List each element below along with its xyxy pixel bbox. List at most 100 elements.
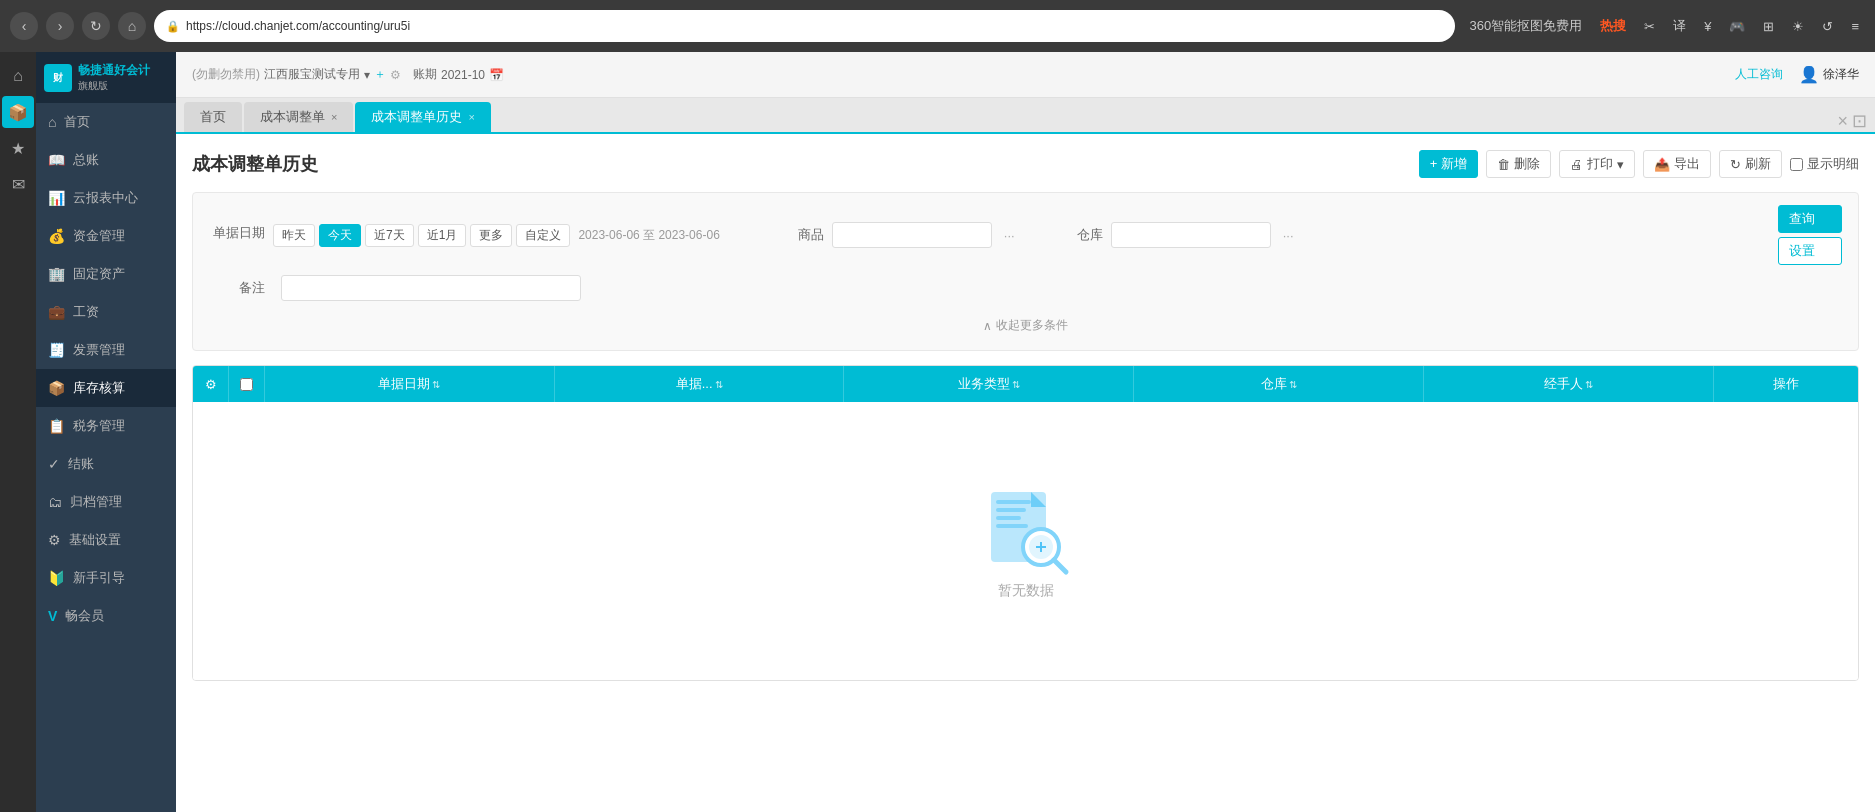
filter-settings-button[interactable]: 设置	[1778, 237, 1842, 265]
goods-filter-label: 商品	[768, 226, 824, 244]
translate-icon[interactable]: 译	[1667, 13, 1692, 39]
username: 徐泽华	[1823, 66, 1859, 83]
delete-button[interactable]: 🗑 删除	[1486, 150, 1551, 178]
date-btn-yesterday[interactable]: 昨天	[273, 224, 315, 247]
tab-home-label: 首页	[200, 108, 226, 126]
scissors-icon[interactable]: ✂	[1638, 15, 1661, 38]
sidebar-item-tax[interactable]: 📋 税务管理	[36, 407, 176, 445]
sidebar-item-fixed-assets[interactable]: 🏢 固定资产	[36, 255, 176, 293]
th-settings-icon[interactable]: ⚙	[193, 366, 229, 402]
address-bar[interactable]: 🔒 https://cloud.chanjet.com/accounting/u…	[154, 10, 1455, 42]
date-range-text: 2023-06-06 至 2023-06-06	[578, 227, 719, 244]
user-info[interactable]: 👤 徐泽华	[1799, 65, 1859, 84]
settings-company-icon[interactable]: ⚙	[390, 68, 401, 82]
company-dropdown-icon[interactable]: ▾	[364, 68, 370, 82]
sidebar-item-funds[interactable]: 💰 资金管理	[36, 217, 176, 255]
th-date[interactable]: 单据日期 ⇅	[265, 366, 555, 402]
warehouse-more-icon[interactable]: ···	[1283, 228, 1294, 243]
add-company-icon[interactable]: ＋	[374, 66, 386, 83]
company-selector[interactable]: (勿删勿禁用) 江西服宝测试专用 ▾ ＋ ⚙	[192, 66, 401, 83]
game-icon[interactable]: 🎮	[1723, 15, 1751, 38]
print-icon: 🖨	[1570, 157, 1583, 172]
icon-bar-active[interactable]: 📦	[2, 96, 34, 128]
filter-row-1: 单据日期 昨天 今天 近7天 近1月 更多 自定义 2023-06-06 至 2…	[209, 205, 1842, 265]
th-checkbox[interactable]	[229, 366, 265, 402]
sidebar-item-closing[interactable]: ✓ 结账	[36, 445, 176, 483]
goods-input[interactable]	[832, 222, 992, 248]
empty-state: 暂无数据	[193, 402, 1858, 680]
refresh-button[interactable]: ↻	[82, 12, 110, 40]
export-button[interactable]: 📤 导出	[1643, 150, 1711, 178]
menu-icon[interactable]: ≡	[1845, 15, 1865, 38]
sidebar-item-archive[interactable]: 🗂 归档管理	[36, 483, 176, 521]
archive-icon: 🗂	[48, 494, 62, 510]
sidebar-item-invoice[interactable]: 🧾 发票管理	[36, 331, 176, 369]
th-type-label: 业务类型	[958, 375, 1010, 393]
svg-line-8	[1054, 560, 1066, 572]
user-avatar-icon: 👤	[1799, 65, 1819, 84]
th-handler[interactable]: 经手人 ⇅	[1424, 366, 1714, 402]
warehouse-input[interactable]	[1111, 222, 1271, 248]
new-button[interactable]: + 新增	[1419, 150, 1478, 178]
sort-type-icon: ⇅	[1012, 379, 1020, 390]
sun-icon[interactable]: ☀	[1786, 15, 1810, 38]
refresh-icon: ↻	[1730, 157, 1741, 172]
tab-cost-adjust[interactable]: 成本调整单 ×	[244, 102, 353, 132]
th-type[interactable]: 业务类型 ⇅	[844, 366, 1134, 402]
date-filter-content: 昨天 今天 近7天 近1月 更多 自定义 2023-06-06 至 2023-0…	[273, 224, 720, 247]
sidebar-item-label: 首页	[64, 113, 90, 131]
date-btn-1month[interactable]: 近1月	[418, 224, 467, 247]
date-btn-7days[interactable]: 近7天	[365, 224, 414, 247]
date-btn-today[interactable]: 今天	[319, 224, 361, 247]
home-button[interactable]: ⌂	[118, 12, 146, 40]
tab-cost-adjust-close[interactable]: ×	[331, 111, 337, 123]
collapse-more-btn[interactable]: ∧ 收起更多条件	[209, 311, 1842, 338]
th-warehouse[interactable]: 仓库 ⇅	[1134, 366, 1424, 402]
invoice-icon: 🧾	[48, 342, 65, 358]
sidebar-item-member[interactable]: V 畅会员	[36, 597, 176, 635]
th-operations: 操作	[1714, 366, 1858, 402]
print-dropdown-icon[interactable]: ▾	[1617, 157, 1624, 172]
sidebar-item-label: 发票管理	[73, 341, 125, 359]
icon-bar-msg[interactable]: ✉	[2, 168, 34, 200]
tab-home[interactable]: 首页	[184, 102, 242, 132]
print-button[interactable]: 🖨 打印 ▾	[1559, 150, 1635, 178]
icon-bar-home[interactable]: ⌂	[2, 60, 34, 92]
date-btn-custom[interactable]: 自定义	[516, 224, 570, 247]
sidebar-item-settings[interactable]: ⚙ 基础设置	[36, 521, 176, 559]
sidebar-item-reports[interactable]: 📊 云报表中心	[36, 179, 176, 217]
sidebar-item-salary[interactable]: 💼 工资	[36, 293, 176, 331]
sidebar: 财 畅捷通好会计 旗舰版 ⌂ 首页 📖 总账 📊 云报表中心 💰 资金管理 🏢 …	[36, 52, 176, 812]
forward-button[interactable]: ›	[46, 12, 74, 40]
empty-illustration	[976, 482, 1076, 582]
table-header: ⚙ 单据日期 ⇅ 单据... ⇅ 业务类型 ⇅	[193, 366, 1858, 402]
sidebar-item-label: 税务管理	[73, 417, 125, 435]
sidebar-item-ledger[interactable]: 📖 总账	[36, 141, 176, 179]
sidebar-item-home[interactable]: ⌂ 首页	[36, 103, 176, 141]
sidebar-item-inventory[interactable]: 📦 库存核算	[36, 369, 176, 407]
back-button[interactable]: ‹	[10, 12, 38, 40]
tab-cost-adjust-history[interactable]: 成本调整单历史 ×	[355, 102, 490, 132]
refresh-button[interactable]: ↻ 刷新	[1719, 150, 1782, 178]
close-all-btn[interactable]: × ⊡	[1837, 110, 1875, 132]
query-button[interactable]: 查询	[1778, 205, 1842, 233]
note-input[interactable]	[281, 275, 581, 301]
th-handler-label: 经手人	[1544, 375, 1583, 393]
undo-icon[interactable]: ↺	[1816, 15, 1839, 38]
wallet-icon[interactable]: ¥	[1698, 15, 1717, 38]
show-columns-input[interactable]	[1790, 158, 1803, 171]
service-label[interactable]: 人工咨询	[1735, 66, 1783, 83]
grid-icon[interactable]: ⊞	[1757, 15, 1780, 38]
svg-rect-1	[996, 500, 1031, 504]
sidebar-item-guide[interactable]: 🔰 新手引导	[36, 559, 176, 597]
goods-more-icon[interactable]: ···	[1004, 228, 1015, 243]
show-columns-checkbox[interactable]: 显示明细	[1790, 155, 1859, 173]
th-number[interactable]: 单据... ⇅	[555, 366, 845, 402]
tab-cost-adjust-history-close[interactable]: ×	[468, 111, 474, 123]
calendar-icon[interactable]: 📅	[489, 68, 504, 82]
collapse-label: 收起更多条件	[996, 317, 1068, 334]
date-btn-more[interactable]: 更多	[470, 224, 512, 247]
icon-bar-star[interactable]: ★	[2, 132, 34, 164]
select-all-checkbox[interactable]	[240, 378, 253, 391]
sort-handler-icon: ⇅	[1585, 379, 1593, 390]
